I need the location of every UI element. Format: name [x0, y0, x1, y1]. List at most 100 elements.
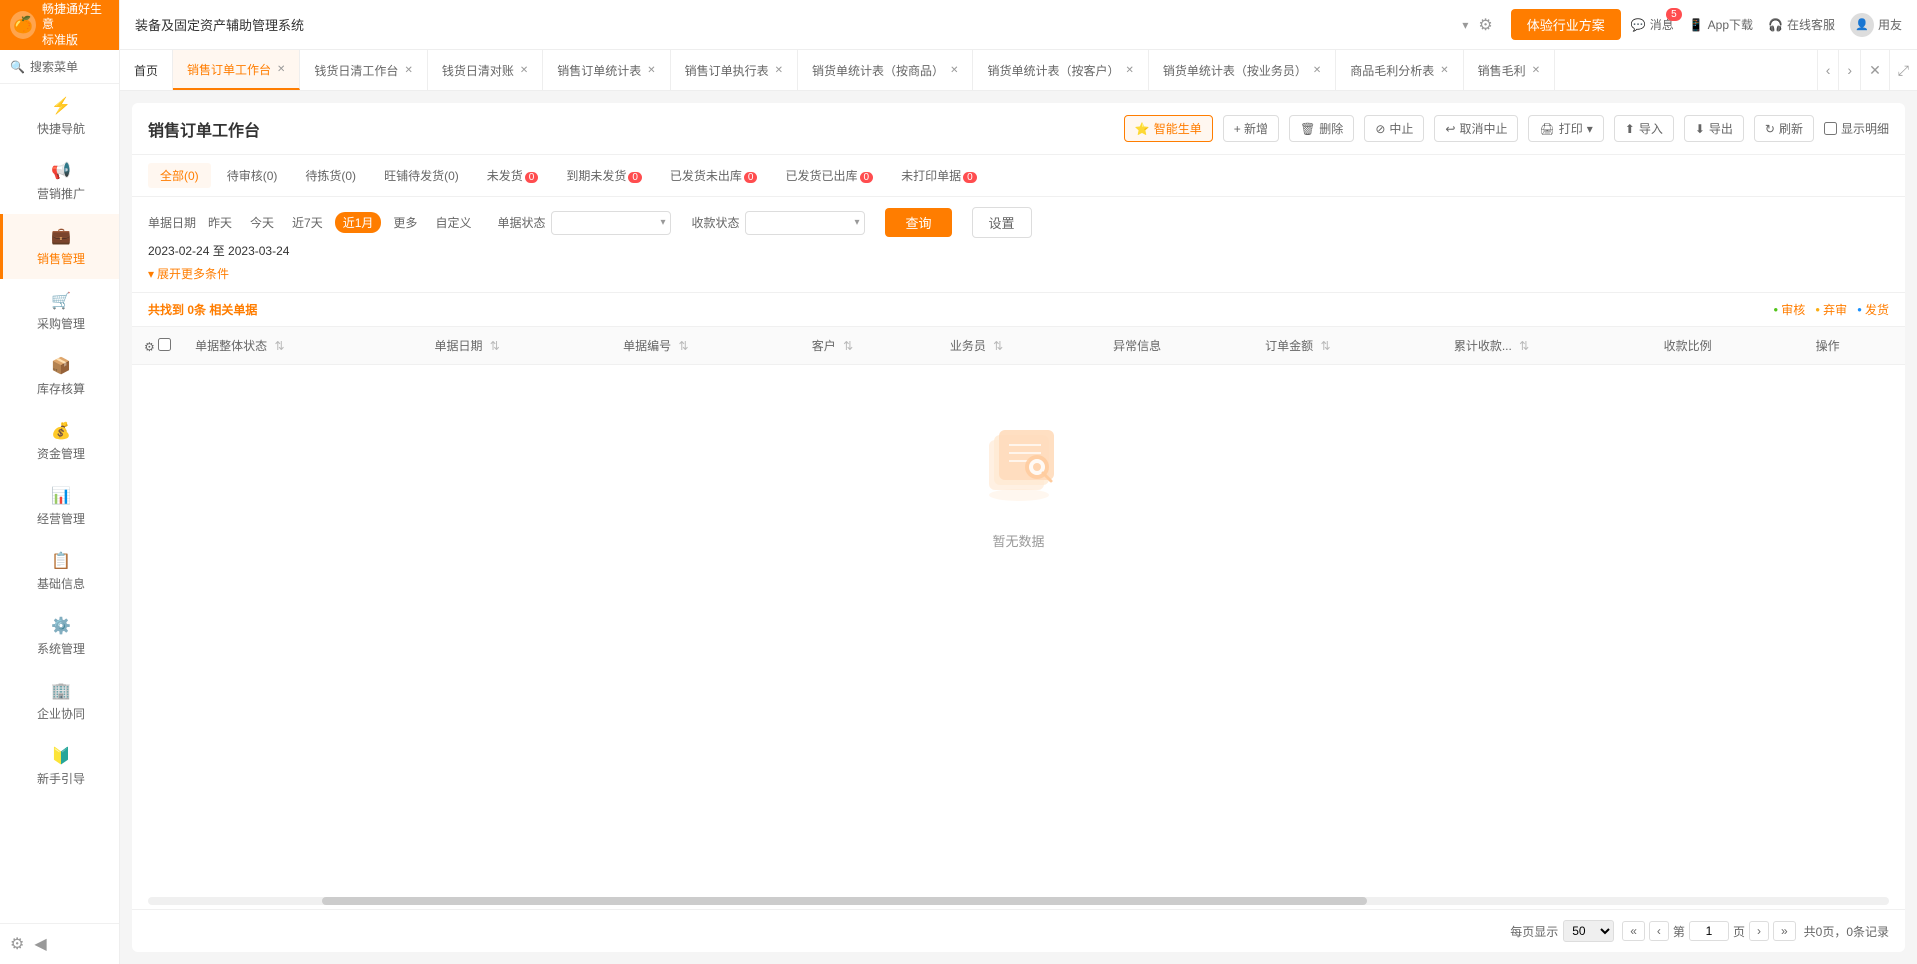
tab-close-goods-stats-product[interactable]: ✕ — [950, 65, 958, 76]
sidebar-item-basic-info[interactable]: 📋基础信息 — [0, 539, 119, 604]
sidebar-item-inventory[interactable]: 📦库存核算 — [0, 344, 119, 409]
topbar-settings-icon[interactable]: ⚙ — [1478, 15, 1492, 35]
tab-cash-daily[interactable]: 钱货日清工作台✕ — [300, 50, 427, 90]
sort-icon[interactable]: ⇅ — [1321, 339, 1331, 353]
refresh-button[interactable]: ↻ 刷新 — [1754, 115, 1814, 142]
stop-icon: ⊘ — [1375, 122, 1385, 136]
first-page-btn[interactable]: « — [1622, 921, 1645, 941]
subtab-shipped-out[interactable]: 已发货已出库0 — [773, 163, 885, 188]
show-detail-checkbox[interactable] — [1824, 122, 1837, 135]
tab-close-goods-stats-staff[interactable]: ✕ — [1313, 65, 1321, 76]
date-option-自定义[interactable]: 自定义 — [429, 212, 477, 233]
select-all-checkbox[interactable] — [158, 338, 171, 351]
tab-sales-order[interactable]: 销售订单工作台✕ — [173, 50, 300, 90]
sidebar-item-enterprise[interactable]: 🏢企业协同 — [0, 669, 119, 734]
trial-button[interactable]: 体验行业方案 — [1511, 9, 1621, 40]
sort-icon[interactable]: ⇅ — [678, 339, 688, 353]
horizontal-scrollbar[interactable] — [148, 897, 1889, 905]
cancel-stop-button[interactable]: ↩ 取消中止 — [1434, 115, 1518, 142]
expand-filter-button[interactable]: ▾ 展开更多条件 — [148, 265, 229, 282]
subtab-not-printed[interactable]: 未打印单据0 — [889, 163, 989, 188]
tab-home[interactable]: 首页 — [120, 50, 173, 90]
user-btn[interactable]: 👤 用友 — [1850, 13, 1902, 37]
stop-button[interactable]: ⊘ 中止 — [1364, 115, 1424, 142]
sidebar-item-finance[interactable]: 💰资金管理 — [0, 409, 119, 474]
import-button[interactable]: ⬆ 导入 — [1614, 115, 1674, 142]
tab-bar: 首页销售订单工作台✕钱货日清工作台✕钱货日清对账✕销售订单统计表✕销售订单执行表… — [120, 50, 1917, 91]
print-button[interactable]: 🖨 打印 ▾ — [1528, 115, 1603, 142]
subtab-wangpu-pending[interactable]: 旺铺待发货(0) — [372, 163, 471, 188]
column-gear-icon[interactable]: ⚙ — [144, 340, 155, 354]
tab-label-sales-extra: 销售毛利 — [1478, 62, 1526, 79]
tab-scroll-left-btn[interactable]: ‹ — [1817, 50, 1839, 90]
tab-close-cash-reconcile[interactable]: ✕ — [520, 65, 528, 76]
tab-close-cash-daily[interactable]: ✕ — [404, 65, 412, 76]
sidebar-item-quick-nav[interactable]: ⚡快捷导航 — [0, 84, 119, 149]
payment-select[interactable] — [745, 211, 865, 235]
tab-sales-extra[interactable]: 销售毛利 ✕ — [1464, 50, 1555, 90]
date-option-更多[interactable]: 更多 — [387, 212, 423, 233]
tab-goods-stats-customer[interactable]: 销货单统计表（按客户）✕ — [973, 50, 1148, 90]
tab-close-goods-stats-customer[interactable]: ✕ — [1125, 65, 1133, 76]
tab-goods-stats-staff[interactable]: 销货单统计表（按业务员）✕ — [1149, 50, 1336, 90]
smart-create-button[interactable]: ⭐ 智能生单 — [1124, 115, 1213, 142]
export-button[interactable]: ⬇ 导出 — [1684, 115, 1744, 142]
search-menu[interactable]: 🔍 搜索菜单 — [0, 50, 119, 84]
date-option-近1月[interactable]: 近1月 — [335, 212, 382, 233]
tab-close-sales-order[interactable]: ✕ — [277, 64, 285, 75]
app-download-btn[interactable]: 📱 App下载 — [1689, 16, 1753, 33]
subtab-all[interactable]: 全部(0) — [148, 163, 211, 188]
page-input[interactable] — [1689, 921, 1729, 941]
sort-icon[interactable]: ⇅ — [274, 339, 284, 353]
tab-close-sales-stats[interactable]: ✕ — [647, 65, 655, 76]
batch-action-发货[interactable]: 发货 — [1857, 301, 1889, 318]
date-option-近7天[interactable]: 近7天 — [286, 212, 329, 233]
sidebar-item-purchase[interactable]: 🛒采购管理 — [0, 279, 119, 344]
next-page-btn[interactable]: › — [1749, 921, 1769, 941]
page-size-select[interactable]: 50 10 20 100 — [1563, 920, 1614, 942]
tab-goods-stats-product[interactable]: 销货单统计表（按商品）✕ — [798, 50, 973, 90]
sidebar-item-marketing[interactable]: 📢营销推广 — [0, 149, 119, 214]
tab-goods-margin[interactable]: 商品毛利分析表✕ — [1336, 50, 1463, 90]
sort-icon[interactable]: ⇅ — [490, 339, 500, 353]
sidebar-item-operations[interactable]: 📊经营管理 — [0, 474, 119, 539]
delete-button[interactable]: 🗑 删除 — [1289, 115, 1354, 142]
status-select[interactable] — [551, 211, 671, 235]
tab-close-sales-execute[interactable]: ✕ — [775, 65, 783, 76]
sort-icon[interactable]: ⇅ — [843, 339, 853, 353]
prev-page-btn[interactable]: ‹ — [1649, 921, 1669, 941]
batch-action-审核[interactable]: 审核 — [1773, 301, 1805, 318]
add-button[interactable]: + 新增 — [1223, 115, 1279, 142]
subtab-not-shipped[interactable]: 未发货0 — [475, 163, 551, 188]
batch-action-弃审[interactable]: 弃审 — [1815, 301, 1847, 318]
setting-button[interactable]: 设置 — [972, 207, 1032, 238]
subtab-overdue-not-shipped[interactable]: 到期未发货0 — [554, 163, 654, 188]
tab-close-goods-margin[interactable]: ✕ — [1440, 65, 1448, 76]
collapse-icon[interactable]: ◀ — [34, 934, 46, 954]
tab-close-sales-extra[interactable]: ✕ — [1532, 65, 1540, 76]
tab-scroll-right-btn[interactable]: › — [1838, 50, 1860, 90]
subtab-pending-check[interactable]: 待拣货(0) — [293, 163, 368, 188]
tab-cash-reconcile[interactable]: 钱货日清对账✕ — [428, 50, 543, 90]
scrollbar-thumb[interactable] — [322, 897, 1367, 905]
sidebar-item-sales[interactable]: 💼销售管理 — [0, 214, 119, 279]
date-option-今天[interactable]: 今天 — [244, 212, 280, 233]
subtab-pending-review[interactable]: 待审核(0) — [215, 163, 290, 188]
last-page-btn[interactable]: » — [1773, 921, 1796, 941]
date-option-昨天[interactable]: 昨天 — [202, 212, 238, 233]
service-btn[interactable]: 🎧 在线客服 — [1768, 16, 1835, 33]
sort-icon[interactable]: ⇅ — [1519, 339, 1529, 353]
message-btn[interactable]: 💬 消息 5 — [1631, 16, 1674, 33]
tab-close-all-btn[interactable]: ✕ — [1860, 50, 1889, 90]
show-detail-toggle[interactable]: 显示明细 — [1824, 120, 1889, 137]
settings-icon[interactable]: ⚙ — [10, 934, 24, 954]
sidebar-item-system[interactable]: ⚙️系统管理 — [0, 604, 119, 669]
tab-sales-execute[interactable]: 销售订单执行表✕ — [671, 50, 798, 90]
query-button[interactable]: 查询 — [885, 208, 951, 237]
subtab-shipped-not-out[interactable]: 已发货未出库0 — [658, 163, 770, 188]
tab-maximize-btn[interactable]: ⤢ — [1889, 50, 1917, 90]
nav-label-finance: 资金管理 — [37, 445, 85, 462]
sort-icon[interactable]: ⇅ — [993, 339, 1003, 353]
tab-sales-stats[interactable]: 销售订单统计表✕ — [543, 50, 670, 90]
sidebar-item-guide[interactable]: 🔰新手引导 — [0, 734, 119, 799]
